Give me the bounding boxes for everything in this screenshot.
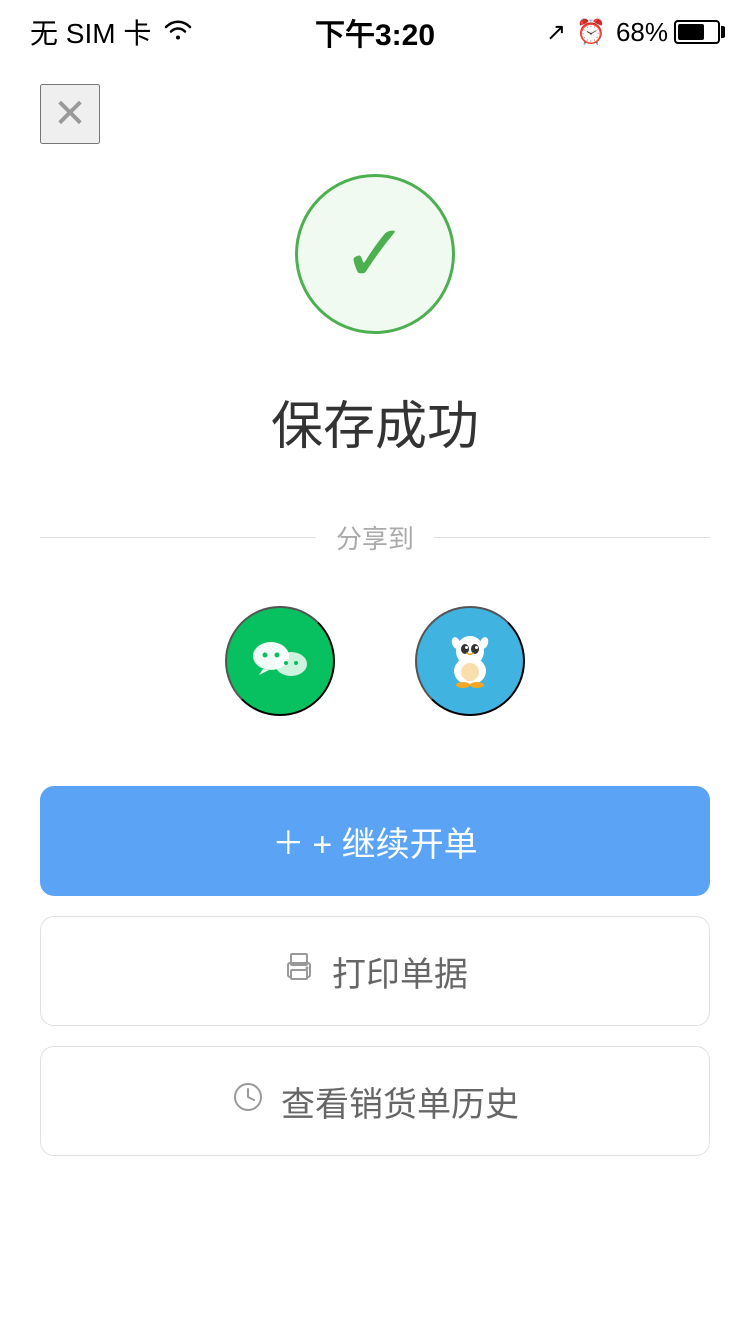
printer-icon [282,950,316,992]
divider-right [434,537,710,538]
print-label: 打印单据 [332,947,468,996]
plus-icon: ＋ [272,818,304,864]
print-button[interactable]: 打印单据 [40,916,710,1026]
status-right: ↗ ⏰ 68% [546,17,720,48]
close-icon: ✕ [53,94,87,134]
main-content: ✕ ✓ 保存成功 分享到 [0,64,750,1216]
continue-button[interactable]: ＋ + 继续开单 [40,786,710,896]
success-title: 保存成功 [271,384,479,459]
success-circle: ✓ [295,174,455,334]
sim-label: 无 SIM 卡 [30,12,151,52]
checkmark-icon: ✓ [341,214,408,294]
alarm-icon: ⏰ [576,18,606,47]
share-label: 分享到 [336,519,414,556]
share-divider: 分享到 [40,519,710,556]
status-bar: 无 SIM 卡 下午3:20 ↗ ⏰ 68% [0,0,750,64]
close-button[interactable]: ✕ [40,84,100,144]
qq-icon [438,629,502,693]
share-section: 分享到 [40,519,710,726]
qq-share-button[interactable] [415,606,525,716]
action-buttons: ＋ + 继续开单 打印单据 查看销货单历史 [40,786,710,1156]
wechat-share-button[interactable] [225,606,335,716]
location-icon: ↗ [546,18,566,47]
battery-container: 68% [616,17,720,48]
battery-fill [678,24,704,40]
battery-icon [674,20,720,44]
divider-left [40,537,316,538]
battery-percent: 68% [616,17,668,48]
wechat-icon [245,626,315,696]
history-label: 查看销货单历史 [281,1077,519,1126]
wifi-icon [163,16,193,48]
clock-icon [231,1080,265,1122]
status-time: 下午3:20 [315,10,435,54]
status-left: 无 SIM 卡 [30,12,193,52]
continue-label: + 继续开单 [312,817,477,866]
share-icons [40,606,710,716]
history-button[interactable]: 查看销货单历史 [40,1046,710,1156]
